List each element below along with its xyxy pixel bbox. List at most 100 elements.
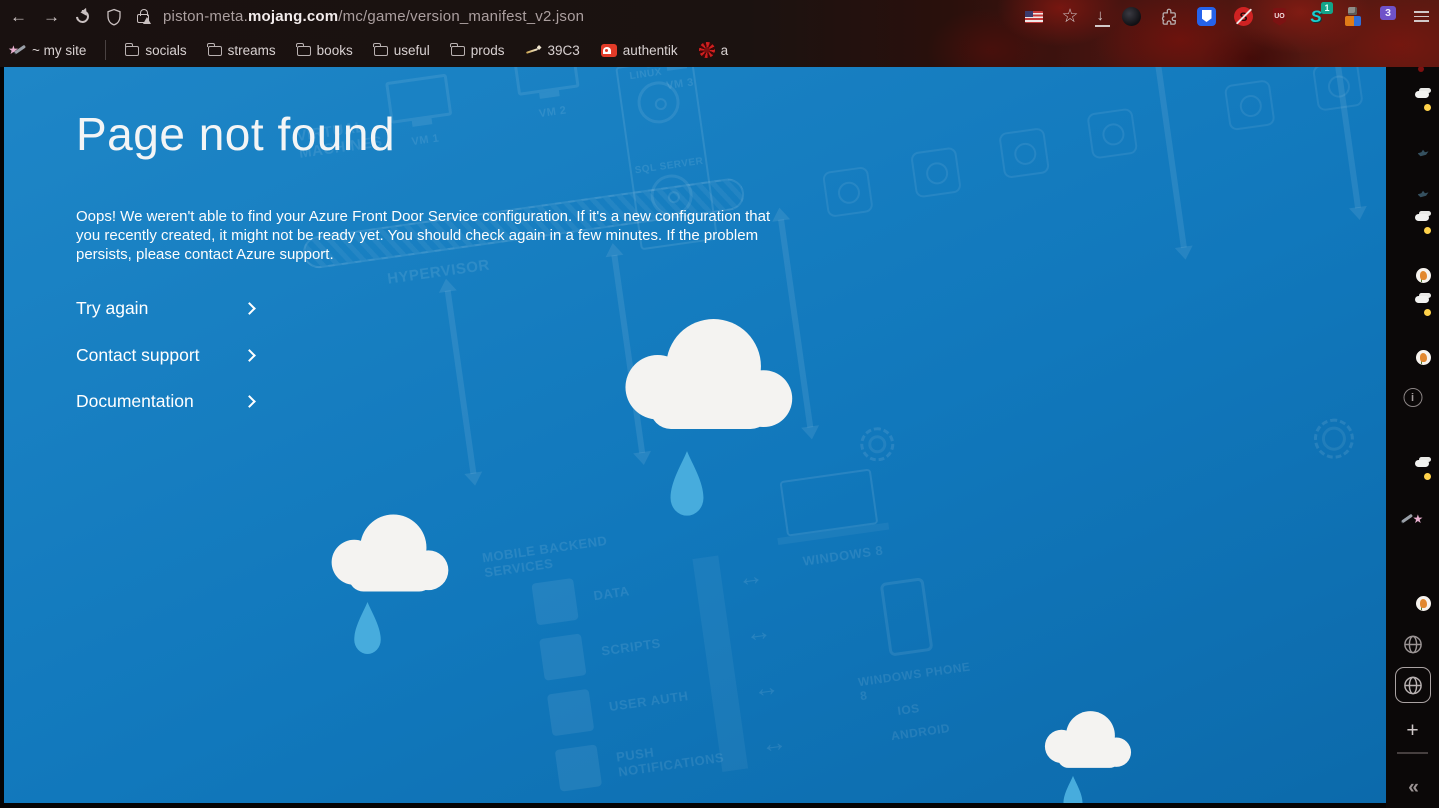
bookmark-folder-socials[interactable]: socials xyxy=(124,42,187,58)
sidebar-tab-microsoft[interactable] xyxy=(1406,553,1419,571)
wm-horizontal-arrow: ↔ xyxy=(735,559,766,593)
wm-laptop xyxy=(779,468,879,537)
cloud-medium xyxy=(325,510,451,596)
wm-vm2: VM 2 xyxy=(538,104,568,121)
try-again-link[interactable]: Try again xyxy=(76,296,258,320)
page-title: Page not found xyxy=(76,108,396,160)
wm-service-tile xyxy=(821,165,874,218)
bookmark-authentik[interactable]: authentik xyxy=(600,43,678,58)
folder-icon xyxy=(207,43,222,56)
wm-scripts: SCRIPTS xyxy=(600,635,662,659)
stylus-icon[interactable]: S 1 xyxy=(1306,1,1333,27)
error-message: Oops! We weren't able to find your Azure… xyxy=(76,208,771,263)
sidebar-divider xyxy=(1397,752,1428,754)
wm-laptop-base xyxy=(777,522,890,546)
wm-service-tile xyxy=(1086,107,1139,160)
url-text[interactable]: piston-meta.mojang.com/mc/game/version_m… xyxy=(163,8,584,25)
bookmark-star-icon[interactable]: ☆ xyxy=(1061,7,1078,26)
browser-chrome: ← → piston-meta.mojang.com/mc/game/versi… xyxy=(0,0,1439,67)
reload-icon[interactable] xyxy=(73,7,92,26)
raindrop xyxy=(668,447,706,521)
info-icon: i xyxy=(1403,388,1422,407)
wm-service-tile xyxy=(998,127,1051,179)
sidebar-tab-info[interactable]: i xyxy=(1403,388,1422,407)
dark-extension-icon[interactable] xyxy=(1122,7,1141,26)
collapse-sidebar-button[interactable]: « xyxy=(1408,777,1418,799)
wm-user-auth: USER AUTH xyxy=(608,688,690,715)
link-label: Try again xyxy=(76,297,149,318)
back-icon[interactable]: ← xyxy=(10,8,27,25)
cloud-small xyxy=(1040,708,1133,771)
bookmark-a[interactable]: a xyxy=(698,42,729,58)
wm-horizontal-arrow: ↔ xyxy=(758,725,789,760)
ublock-origin-icon[interactable]: UO xyxy=(1273,7,1286,26)
wm-horizontal-arrow: ↔ xyxy=(751,670,781,704)
star-pen-icon xyxy=(8,42,26,58)
sponsorblock-icon[interactable]: S xyxy=(1234,7,1253,26)
wm-row-icon xyxy=(531,577,579,626)
globe-icon xyxy=(1403,635,1422,654)
bookmark-folder-useful[interactable]: useful xyxy=(373,43,430,58)
bookmark-my-site[interactable]: ~ my site xyxy=(8,42,86,58)
toolbar-extensions: ☆ ↓ S UO S 1 3 xyxy=(1025,1,1429,27)
bookmark-label: 39C3 xyxy=(547,42,580,58)
lock-warning-icon[interactable] xyxy=(137,9,151,24)
bookmark-label: streams xyxy=(227,42,276,58)
sidebar-tab-globe-active[interactable] xyxy=(1402,675,1423,696)
wm-monitor xyxy=(639,67,708,68)
wm-android: ANDROID xyxy=(890,721,951,744)
tracking-protection-shield-icon[interactable] xyxy=(105,8,123,26)
wm-vm1: VM 1 xyxy=(410,132,440,149)
chevron-right-icon xyxy=(243,348,256,362)
bookmark-label: a xyxy=(720,42,729,58)
wm-vertical-arrow xyxy=(1149,67,1187,249)
folder-icon xyxy=(373,43,388,56)
shooting-star-icon xyxy=(526,43,542,57)
chevron-right-icon xyxy=(243,394,256,408)
contact-support-link[interactable]: Contact support xyxy=(76,343,258,367)
azure-diagram-watermark: VIRTUAL MACHINES VM 1 VM 2 VM 3 HYPERVIS… xyxy=(4,67,1386,803)
sponsorblock-letter: S xyxy=(1239,9,1248,24)
red-spiral-icon xyxy=(698,42,715,58)
page-content: VIRTUAL MACHINES VM 1 VM 2 VM 3 HYPERVIS… xyxy=(4,67,1386,803)
url-bar[interactable]: piston-meta.mojang.com/mc/game/version_m… xyxy=(105,8,1009,26)
wm-gear-icon xyxy=(1311,416,1357,462)
wm-vertical-arrow xyxy=(444,290,477,475)
vertical-tab-sidebar: i + « xyxy=(1386,67,1439,808)
wm-row-icon xyxy=(539,633,587,681)
new-tab-button[interactable]: + xyxy=(1406,720,1418,741)
downloads-icon[interactable]: ↓ xyxy=(1094,8,1109,27)
bookmark-39c3[interactable]: 39C3 xyxy=(526,43,580,58)
wm-horizontal-arrow: ↔ xyxy=(743,615,774,649)
character-extension-icon[interactable] xyxy=(1344,6,1362,27)
wm-row-icon xyxy=(554,744,603,792)
raindrop xyxy=(1062,772,1084,803)
bookmark-folder-books[interactable]: books xyxy=(296,43,353,58)
bookmark-label: prods xyxy=(470,42,505,58)
extensions-puzzle-icon[interactable] xyxy=(1159,7,1179,27)
globe-icon xyxy=(1403,676,1422,695)
raindrop xyxy=(352,602,383,655)
sidebar-tab-globe[interactable] xyxy=(1402,634,1423,655)
cloud-large xyxy=(616,317,796,431)
wm-row-icon xyxy=(546,688,595,737)
documentation-link[interactable]: Documentation xyxy=(76,389,258,413)
wm-ios: IOS xyxy=(896,701,921,718)
bookmark-folder-streams[interactable]: streams xyxy=(207,42,276,58)
wm-phone xyxy=(879,577,934,657)
menu-hamburger-icon[interactable] xyxy=(1414,10,1429,23)
wm-push-notifications: PUSH NOTIFICATIONS xyxy=(615,744,725,780)
wm-mobile-backend-services: MOBILE BACKEND SERVICES xyxy=(481,532,609,581)
bookmark-label: socials xyxy=(145,42,187,58)
nav-buttons: ← → xyxy=(10,7,92,26)
bookmarks-bar: ~ my site socials streams books useful p… xyxy=(0,33,1439,67)
navigation-toolbar: ← → piston-meta.mojang.com/mc/game/versi… xyxy=(0,0,1439,33)
wm-service-tile xyxy=(1311,67,1364,112)
link-label: Documentation xyxy=(76,390,194,411)
us-flag-icon[interactable] xyxy=(1025,10,1044,23)
bitwarden-icon[interactable] xyxy=(1197,7,1216,26)
forward-icon[interactable]: → xyxy=(43,8,60,25)
bookmark-folder-prods[interactable]: prods xyxy=(450,42,505,58)
folder-icon xyxy=(296,43,311,56)
link-label: Contact support xyxy=(76,344,200,365)
